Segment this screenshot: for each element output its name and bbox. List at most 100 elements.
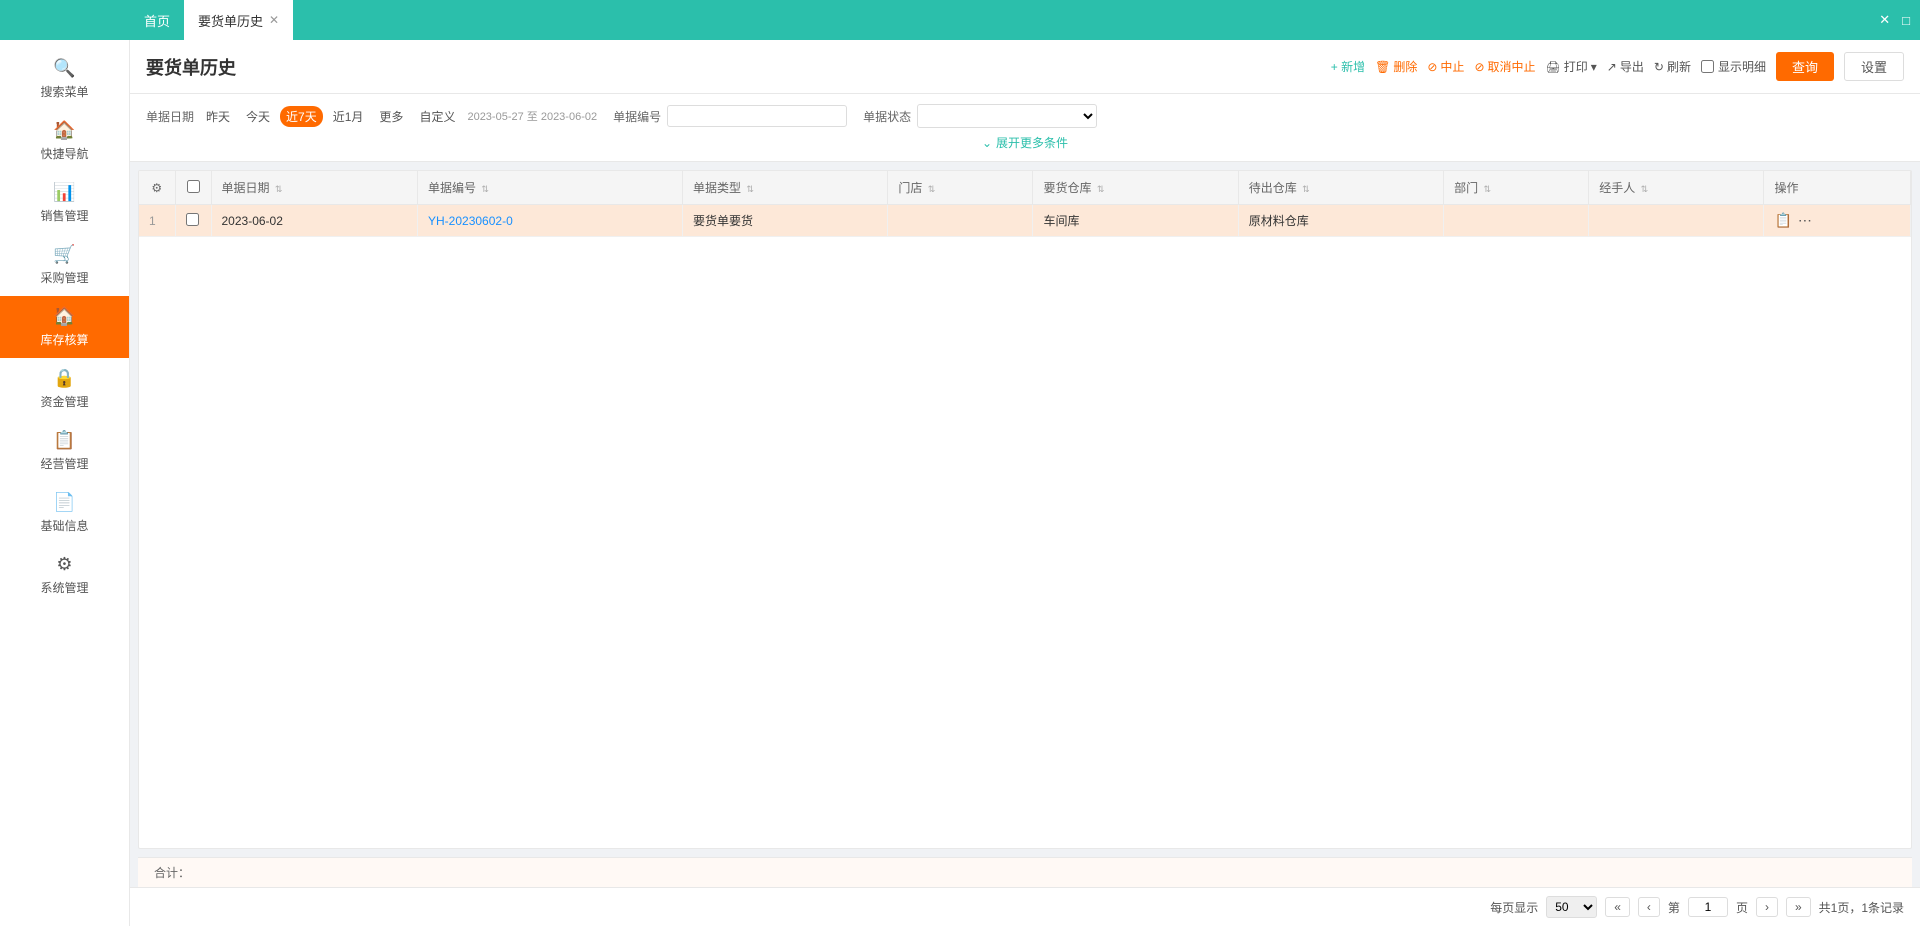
cancel-label: 取消中止 bbox=[1488, 58, 1536, 75]
sort-arrows-handler: ⇅ bbox=[1641, 184, 1649, 194]
clipboard-icon: 📋 bbox=[53, 430, 75, 451]
print-button[interactable]: 🖨 打印 ▾ bbox=[1546, 58, 1597, 75]
toolbar: + 新增 🗑 删除 ⊘ 中止 ⊘ 取消中止 🖨 打印 ▾ bbox=[1331, 52, 1904, 81]
refresh-button[interactable]: ↻ 刷新 bbox=[1654, 58, 1691, 75]
sort-arrows-reqwh: ⇅ bbox=[1097, 184, 1105, 194]
window-maximize-icon[interactable]: □ bbox=[1902, 13, 1910, 28]
stop-button[interactable]: ⊘ 中止 bbox=[1427, 58, 1464, 75]
sidebar-item-basic-info[interactable]: 📄 基础信息 bbox=[0, 482, 129, 544]
sort-arrows-store: ⇅ bbox=[928, 184, 936, 194]
first-page-btn[interactable]: « bbox=[1605, 897, 1630, 917]
col-doc-date[interactable]: 单据日期 ⇅ bbox=[211, 171, 418, 205]
col-department[interactable]: 部门 ⇅ bbox=[1444, 171, 1589, 205]
status-select[interactable] bbox=[917, 104, 1097, 128]
prev-page-btn[interactable]: ‹ bbox=[1638, 897, 1660, 917]
per-page-label: 每页显示 bbox=[1490, 899, 1538, 916]
delete-icon: 🗑 bbox=[1375, 60, 1390, 74]
show-detail-input[interactable] bbox=[1701, 60, 1714, 73]
col-pending-warehouse[interactable]: 待出仓库 ⇅ bbox=[1238, 171, 1443, 205]
action-icons: 📋 ⋯ bbox=[1774, 212, 1900, 229]
next-page-btn[interactable]: › bbox=[1756, 897, 1778, 917]
date-filter: 单据日期 昨天 今天 近7天 近1月 更多 自定义 2023-05-27 至 2… bbox=[146, 106, 597, 127]
status-label: 单据状态 bbox=[863, 108, 911, 125]
refresh-label: 刷新 bbox=[1667, 58, 1691, 75]
last-page-btn[interactable]: » bbox=[1786, 897, 1811, 917]
settings-button[interactable]: 设置 bbox=[1844, 52, 1904, 81]
delete-button[interactable]: 🗑 删除 bbox=[1375, 58, 1417, 75]
sort-arrows-dept: ⇅ bbox=[1483, 184, 1491, 194]
date-btn-custom[interactable]: 自定义 bbox=[413, 106, 461, 127]
date-btn-more[interactable]: 更多 bbox=[373, 106, 409, 127]
sidebar-item-quick-nav[interactable]: 🏠 快捷导航 bbox=[0, 110, 129, 172]
settings-col-header[interactable]: ⚙ bbox=[139, 171, 175, 205]
col-doc-no[interactable]: 单据编号 ⇅ bbox=[418, 171, 683, 205]
cell-checkbox[interactable] bbox=[175, 205, 211, 237]
add-button[interactable]: + 新增 bbox=[1331, 58, 1365, 75]
print-icon: 🖨 bbox=[1546, 60, 1561, 74]
row-delete-icon[interactable]: ⋯ bbox=[1798, 212, 1812, 229]
sort-arrows-pendwh: ⇅ bbox=[1302, 184, 1310, 194]
sidebar-item-finance-mgmt[interactable]: 🔒 资金管理 bbox=[0, 358, 129, 420]
expand-more-label: 展开更多条件 bbox=[996, 134, 1068, 151]
sidebar-label-finance-mgmt: 资金管理 bbox=[40, 393, 88, 410]
stop-label: 中止 bbox=[1440, 58, 1464, 75]
page-input[interactable] bbox=[1688, 897, 1728, 917]
col-req-warehouse[interactable]: 要货仓库 ⇅ bbox=[1033, 171, 1238, 205]
show-detail-checkbox[interactable]: 显示明细 bbox=[1701, 58, 1766, 75]
col-doc-type[interactable]: 单据类型 ⇅ bbox=[683, 171, 888, 205]
delete-label: 删除 bbox=[1393, 58, 1417, 75]
cell-department bbox=[1444, 205, 1589, 237]
date-btn-yesterday[interactable]: 昨天 bbox=[200, 106, 236, 127]
sidebar-item-system-mgmt[interactable]: ⚙ 系统管理 bbox=[0, 544, 129, 606]
page-title: 要货单历史 bbox=[146, 54, 236, 80]
col-action: 操作 bbox=[1764, 171, 1911, 205]
cancel-stop-button[interactable]: ⊘ 取消中止 bbox=[1474, 58, 1535, 75]
cell-doc-type: 要货单要货 bbox=[683, 205, 888, 237]
date-shortcuts: 昨天 今天 近7天 近1月 更多 自定义 bbox=[200, 106, 461, 127]
top-bar-right: ✕ □ bbox=[1879, 12, 1920, 28]
cart-icon: 🛒 bbox=[53, 244, 75, 265]
sidebar-item-sales-mgmt[interactable]: 📊 销售管理 bbox=[0, 172, 129, 234]
stop-icon: ⊘ bbox=[1427, 60, 1437, 74]
sidebar-label-operations-mgmt: 经营管理 bbox=[40, 455, 88, 472]
col-handler[interactable]: 经手人 ⇅ bbox=[1589, 171, 1764, 205]
sidebar: 🔍 搜索菜单 🏠 快捷导航 📊 销售管理 🛒 采购管理 🏠 库存核算 🔒 资金管… bbox=[0, 40, 130, 926]
sidebar-item-operations-mgmt[interactable]: 📋 经营管理 bbox=[0, 420, 129, 482]
checkbox-col-header[interactable] bbox=[175, 171, 211, 205]
row-edit-icon[interactable]: 📋 bbox=[1774, 212, 1791, 229]
expand-more-btn[interactable]: ⌄ 展开更多条件 bbox=[146, 134, 1904, 151]
tab-requisition-history[interactable]: 要货单历史 ✕ bbox=[184, 0, 293, 40]
per-page-select[interactable]: 50 10 20 100 bbox=[1546, 896, 1597, 918]
col-store[interactable]: 门店 ⇅ bbox=[888, 171, 1033, 205]
sidebar-item-search-menu[interactable]: 🔍 搜索菜单 bbox=[0, 48, 129, 110]
export-button[interactable]: ↗ 导出 bbox=[1607, 58, 1644, 75]
content-area: 要货单历史 + 新增 🗑 删除 ⊘ 中止 ⊘ 取消中止 🖨 打印 bbox=[130, 40, 1920, 926]
tab-close-icon[interactable]: ✕ bbox=[269, 13, 279, 27]
print-label: 打印 bbox=[1564, 58, 1588, 75]
tab-home[interactable]: 首页 bbox=[130, 0, 184, 40]
query-button[interactable]: 查询 bbox=[1776, 52, 1834, 81]
sidebar-item-purchase-mgmt[interactable]: 🛒 采购管理 bbox=[0, 234, 129, 296]
date-btn-7days[interactable]: 近7天 bbox=[280, 106, 323, 127]
sidebar-item-inventory[interactable]: 🏠 库存核算 bbox=[0, 296, 129, 358]
table-row: 1 2023-06-02 YH-20230602-0 要货单要货 车间库 原材料… bbox=[139, 205, 1911, 237]
date-btn-1month[interactable]: 近1月 bbox=[327, 106, 370, 127]
date-btn-today[interactable]: 今天 bbox=[240, 106, 276, 127]
sidebar-label-system-mgmt: 系统管理 bbox=[40, 579, 88, 596]
sidebar-label-quick-nav: 快捷导航 bbox=[40, 145, 88, 162]
window-close-icon[interactable]: ✕ bbox=[1879, 12, 1890, 28]
data-table: ⚙ 单据日期 ⇅ 单据编号 ⇅ 单据类型 ⇅ bbox=[139, 171, 1911, 237]
cell-action: 📋 ⋯ bbox=[1764, 205, 1911, 237]
chart-icon: 📊 bbox=[53, 182, 75, 203]
select-all-checkbox[interactable] bbox=[187, 180, 200, 193]
doc-icon: 📄 bbox=[53, 492, 75, 513]
tab-label: 要货单历史 bbox=[198, 11, 263, 30]
sidebar-label-search-menu: 搜索菜单 bbox=[40, 83, 88, 100]
doc-no-input[interactable] bbox=[667, 105, 847, 127]
filter-row: 单据日期 昨天 今天 近7天 近1月 更多 自定义 2023-05-27 至 2… bbox=[146, 104, 1904, 128]
cell-doc-no[interactable]: YH-20230602-0 bbox=[418, 205, 683, 237]
sidebar-label-inventory: 库存核算 bbox=[40, 331, 88, 348]
sort-arrows-docno: ⇅ bbox=[481, 184, 489, 194]
doc-no-link[interactable]: YH-20230602-0 bbox=[428, 214, 513, 228]
row-checkbox[interactable] bbox=[186, 213, 199, 226]
